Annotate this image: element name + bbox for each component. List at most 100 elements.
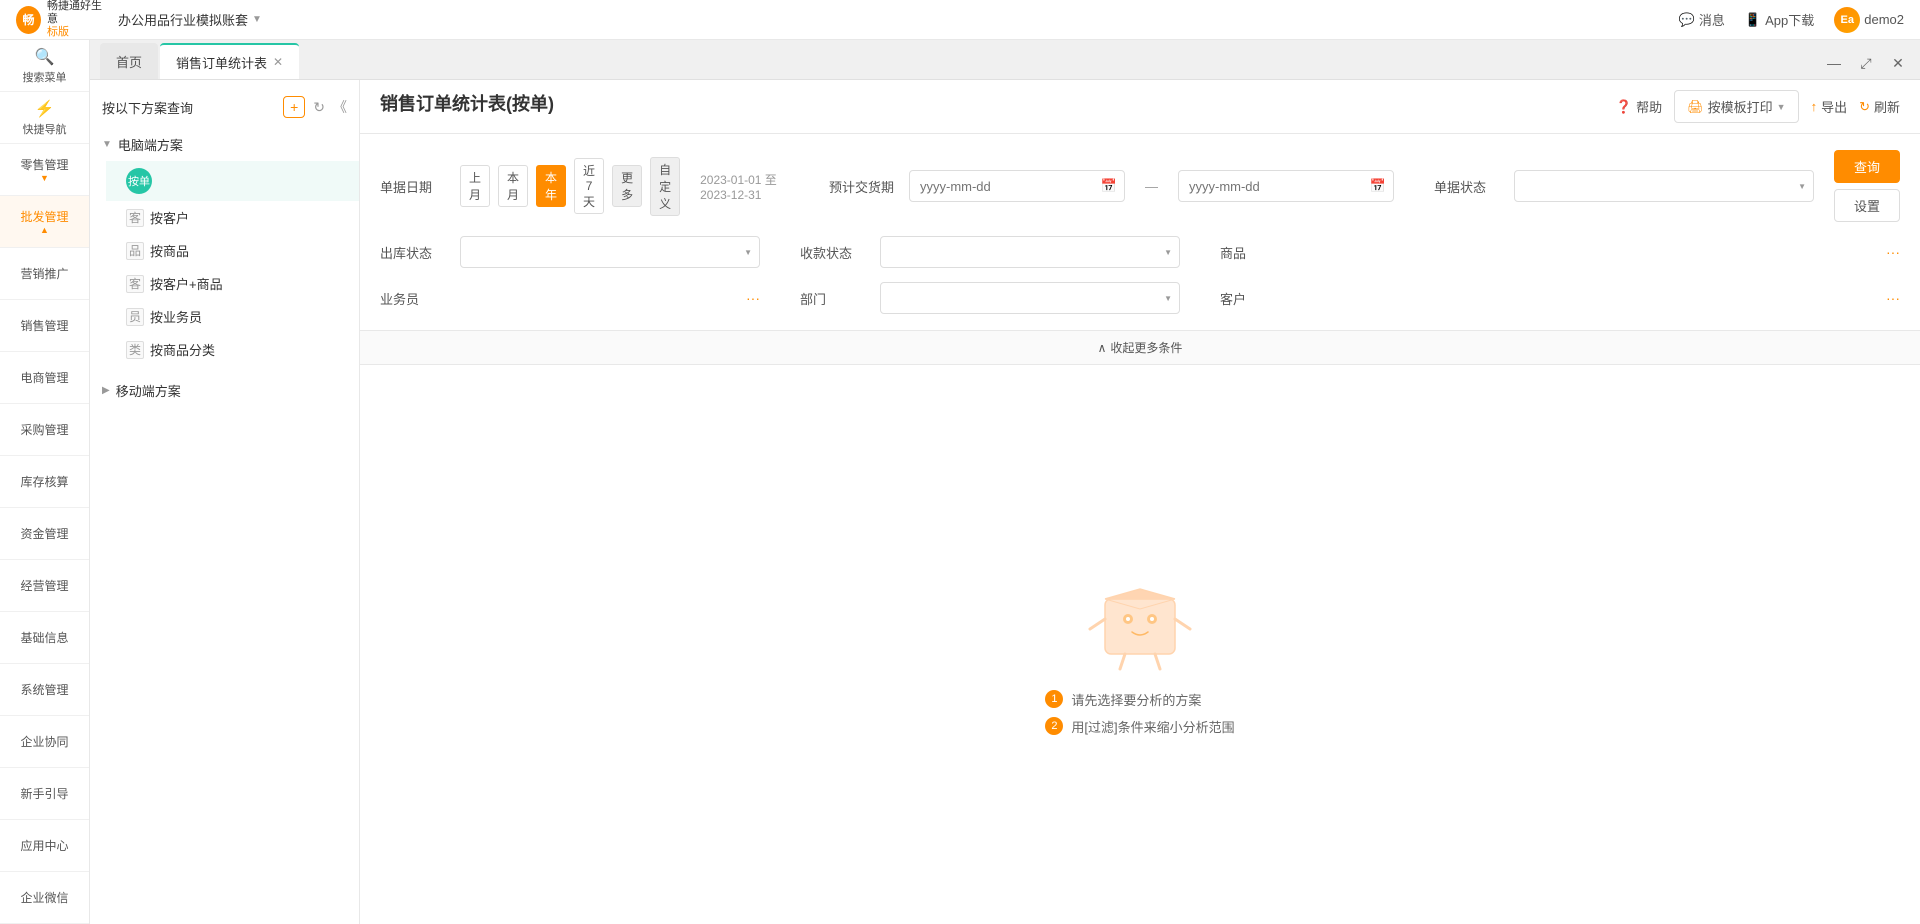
sidebar-item-marketing[interactable]: 营销推广 [0, 248, 89, 300]
delivery-status-label: 出库状态 [380, 243, 440, 262]
more-date-btn[interactable]: 更多 [612, 165, 642, 207]
empty-tips: 1 请先选择要分析的方案 2 用[过滤]条件来缩小分析范围 [1045, 690, 1234, 736]
sidebar-item-ecommerce[interactable]: 电商管理 [0, 352, 89, 404]
top-right: 💬 消息 📱 App下载 Ea demo2 [1679, 7, 1904, 33]
sidebar-item-system[interactable]: 系统管理 [0, 664, 89, 716]
sidebar-item-operations[interactable]: 经营管理 [0, 560, 89, 612]
top-bar: 畅 畅捷通好生意 标版 办公用品行业模拟账套 ▼ 💬 消息 📱 App下载 Ea… [0, 0, 1920, 40]
sidebar-item-newcomer[interactable]: 新手引导 [0, 768, 89, 820]
user-profile[interactable]: Ea demo2 [1834, 7, 1904, 33]
tree-item-by-goods[interactable]: 品 按商品 [106, 234, 359, 267]
tab-close-icon[interactable]: ✕ [273, 55, 283, 69]
add-scheme-btn[interactable]: + [283, 96, 305, 118]
expected-date-end-input[interactable] [1178, 170, 1394, 202]
page-header-actions: ❓ 帮助 🖨 按模板打印 ▼ ↑ 导出 ↻ [1616, 90, 1900, 133]
tab-bar: 首页 销售订单统计表 ✕ — ⤢ ✕ [90, 40, 1920, 80]
payment-status-wrapper [880, 236, 1180, 268]
collapse-bar[interactable]: ∧ 收起更多条件 [360, 331, 1920, 365]
user-avatar: Ea [1834, 7, 1860, 33]
window-minimize-btn[interactable]: — [1822, 51, 1846, 75]
panel-title: 按以下方案查询 [102, 98, 193, 117]
sidebar-item-app-center[interactable]: 应用中心 [0, 820, 89, 872]
salesperson-field: ··· [460, 290, 760, 306]
refresh-btn[interactable]: ↻ 刷新 [1859, 97, 1900, 116]
sidebar-item-quick-nav[interactable]: ⚡ 快捷导航 [0, 92, 89, 144]
pc-section-label: 电脑端方案 [118, 135, 183, 154]
payment-status-select[interactable] [880, 236, 1180, 268]
delivery-status-select[interactable] [460, 236, 760, 268]
tab-home[interactable]: 首页 [100, 43, 158, 79]
goods-dots[interactable]: ··· [1886, 244, 1900, 260]
sidebar-item-basic-info[interactable]: 基础信息 [0, 612, 89, 664]
sidebar-item-sales[interactable]: 销售管理 [0, 300, 89, 352]
delivery-status-wrapper [460, 236, 760, 268]
tab-sales-order-stats[interactable]: 销售订单统计表 ✕ [160, 43, 299, 79]
tree-section-pc: ▼ 电脑端方案 按单 客 按客户 [90, 124, 359, 370]
this-year-btn[interactable]: 本年 [536, 165, 566, 207]
sidebar-item-enterprise-wechat[interactable]: 企业微信 [0, 872, 89, 924]
doc-status-select-wrapper [1514, 170, 1814, 202]
plus-icon: + [290, 99, 298, 115]
help-btn[interactable]: ❓ 帮助 [1616, 97, 1662, 116]
custom-date-btn[interactable]: 自定义 [650, 157, 680, 216]
sidebar-item-search-menu[interactable]: 🔍 搜索菜单 [0, 40, 89, 92]
refresh-icon: ↻ [1859, 99, 1870, 115]
sidebar-item-finance[interactable]: 资金管理 [0, 508, 89, 560]
customer-dots[interactable]: ··· [1886, 290, 1900, 306]
tree-item-by-customer[interactable]: 客 按客户 [106, 201, 359, 234]
chevron-down-icon: ▼ [252, 14, 262, 25]
date-filter-btns: 上月 本月 本年 近7天 更多 自定义 [460, 157, 680, 216]
page-title: 销售订单统计表(按单) [380, 90, 554, 126]
main-layout: 🔍 搜索菜单 ⚡ 快捷导航 零售管理 ▼ 批发管理 ▲ 营销推广 销售管理 电商… [0, 40, 1920, 924]
dept-select[interactable] [880, 282, 1180, 314]
sidebar-item-inventory[interactable]: 库存核算 [0, 456, 89, 508]
date-filter-label: 单据日期 [380, 177, 440, 196]
salesperson-dots[interactable]: ··· [746, 290, 760, 306]
settings-btn[interactable]: 设置 [1834, 189, 1900, 222]
refresh-scheme-btn[interactable]: ↻ [313, 99, 325, 116]
company-selector[interactable]: 办公用品行业模拟账套 ▼ [118, 10, 262, 29]
tip-num-1: 1 [1045, 690, 1063, 708]
filter-row-2: 出库状态 收款状态 商品 [380, 236, 1900, 268]
collapse-label: 收起更多条件 [1110, 339, 1182, 356]
export-btn[interactable]: ↑ 导出 [1811, 97, 1848, 116]
export-icon: ↑ [1811, 99, 1818, 114]
tree-parent-pc[interactable]: ▼ 电脑端方案 [90, 128, 359, 161]
template-print-btn[interactable]: 🖨 按模板打印 ▼ [1674, 90, 1798, 123]
customer-icon: 客 [126, 209, 144, 227]
app-download-btn[interactable]: 📱 App下载 [1745, 10, 1814, 29]
page-header: 销售订单统计表(按单) ❓ 帮助 🖨 按模板打印 ▼ ↑ [360, 80, 1920, 134]
filter-area: 单据日期 上月 本月 本年 近7天 更多 自定义 2023-01-01 至 20… [360, 134, 1920, 331]
payment-status-label: 收款状态 [800, 243, 860, 262]
empty-tip-1: 1 请先选择要分析的方案 [1045, 690, 1234, 709]
doc-status-select[interactable] [1514, 170, 1814, 202]
sidebar-item-enterprise[interactable]: 企业协同 [0, 716, 89, 768]
query-btn-area: 查询 设置 [1834, 150, 1900, 222]
page-content: 按以下方案查询 + ↻ 《 ▼ 电脑端方案 [90, 80, 1920, 924]
collapse-panel-btn[interactable]: 《 [333, 97, 347, 117]
phone-icon: 📱 [1745, 12, 1761, 28]
expected-date-start-input[interactable] [909, 170, 1125, 202]
sidebar-item-wholesale[interactable]: 批发管理 ▲ [0, 196, 89, 248]
expected-date-label: 预计交货期 [829, 177, 889, 196]
tree-item-by-order[interactable]: 按单 [106, 161, 359, 201]
last-7days-btn[interactable]: 近7天 [574, 158, 604, 214]
tree-parent-mobile[interactable]: ▶ 移动端方案 [90, 374, 359, 407]
collapse-btn[interactable]: ∧ 收起更多条件 [1098, 339, 1183, 356]
last-month-btn[interactable]: 上月 [460, 165, 490, 207]
left-panel: 按以下方案查询 + ↻ 《 ▼ 电脑端方案 [90, 80, 360, 924]
tree-item-by-salesperson[interactable]: 员 按业务员 [106, 300, 359, 333]
query-btn[interactable]: 查询 [1834, 150, 1900, 183]
this-month-btn[interactable]: 本月 [498, 165, 528, 207]
window-close-btn[interactable]: ✕ [1886, 51, 1910, 75]
empty-state: 1 请先选择要分析的方案 2 用[过滤]条件来缩小分析范围 [360, 365, 1920, 924]
message-btn[interactable]: 💬 消息 [1679, 10, 1725, 29]
sidebar-item-retail[interactable]: 零售管理 ▼ [0, 144, 89, 196]
customer-field: ··· [1300, 290, 1900, 306]
sidebar-item-purchase[interactable]: 采购管理 [0, 404, 89, 456]
logo-text: 畅捷通好生意 标版 [47, 0, 106, 39]
window-maximize-btn[interactable]: ⤢ [1854, 51, 1878, 75]
tree-item-by-customer-goods[interactable]: 客 按客户+商品 [106, 267, 359, 300]
tree-item-by-goods-cat[interactable]: 类 按商品分类 [106, 333, 359, 366]
message-icon: 💬 [1679, 12, 1695, 28]
